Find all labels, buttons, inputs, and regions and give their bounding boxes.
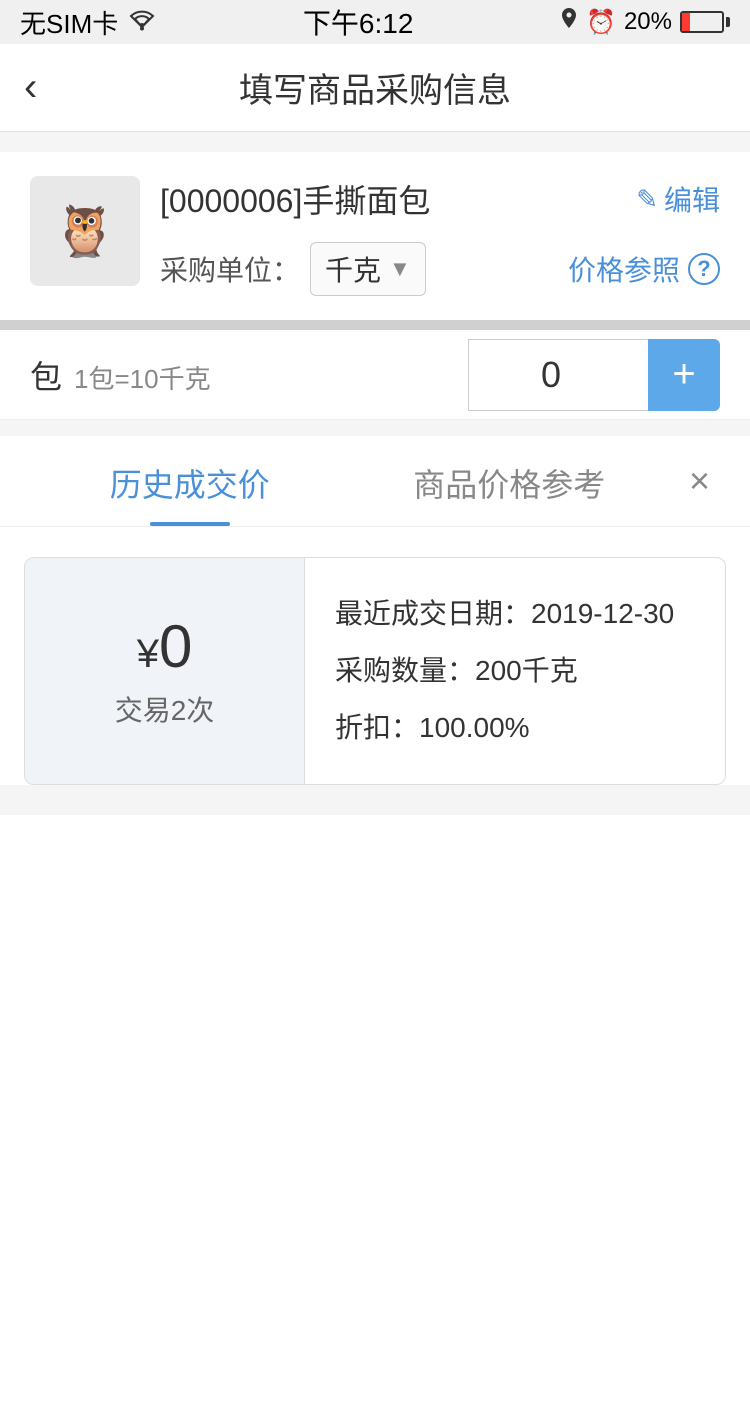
location-icon xyxy=(560,8,578,37)
purchase-quantity-row: 采购数量：200千克 xyxy=(335,651,695,690)
discount-label: 折扣： xyxy=(335,712,419,743)
tab-close-button[interactable]: × xyxy=(679,450,720,512)
page-title: 填写商品采购信息 xyxy=(239,63,511,112)
recent-date-label: 最近成交日期： xyxy=(335,598,531,629)
status-time: 下午6:12 xyxy=(303,2,414,42)
currency-symbol: ¥ xyxy=(137,632,159,676)
product-name: [0000006]手撕面包 xyxy=(160,176,430,222)
discount-row: 折扣：100.00% xyxy=(335,708,695,747)
status-bar: 无SIM卡 下午6:12 ⏰ 20% xyxy=(0,0,750,44)
quantity-input[interactable] xyxy=(468,339,648,411)
price-reference-button[interactable]: 价格参照 ? xyxy=(568,249,720,289)
unit-value: 千克 xyxy=(325,249,381,289)
wifi-icon xyxy=(128,7,156,38)
purchase-quantity-label: 采购数量： xyxy=(335,655,475,686)
nav-bar: ‹ 填写商品采购信息 xyxy=(0,44,750,132)
qty-conversion: 1包=10千克 xyxy=(74,359,211,396)
quantity-input-group: + xyxy=(468,339,720,411)
alarm-icon: ⏰ xyxy=(586,8,616,37)
unit-label: 采购单位： xyxy=(160,249,300,289)
tab-price-reference-label: 商品价格参考 xyxy=(413,467,605,503)
edit-icon: ✎ xyxy=(636,184,658,215)
product-image: 🦉 xyxy=(30,176,140,286)
product-info: [0000006]手撕面包 ✎ 编辑 采购单位： 千克 ▼ 价格参照 ? xyxy=(160,176,720,296)
trade-card: ¥0 交易2次 最近成交日期：2019-12-30 采购数量：200千克 折扣：… xyxy=(24,557,726,785)
tab-history-price-label: 历史成交价 xyxy=(110,467,270,503)
quantity-plus-button[interactable]: + xyxy=(648,339,720,411)
unit-dropdown[interactable]: 千克 ▼ xyxy=(310,242,426,296)
recent-date-value: 2019-12-30 xyxy=(531,598,674,629)
trade-count: 交易2次 xyxy=(115,689,215,729)
dropdown-caret-icon: ▼ xyxy=(389,256,411,282)
unit-selector-group: 采购单位： 千克 ▼ xyxy=(160,242,426,296)
tabs-section: 历史成交价 商品价格参考 × ¥0 交易2次 最近成交日期：2019-12-30… xyxy=(0,436,750,785)
tab-history-price[interactable]: 历史成交价 xyxy=(30,436,349,526)
price-reference-label: 价格参照 xyxy=(568,249,680,289)
recent-date-row: 最近成交日期：2019-12-30 xyxy=(335,594,695,633)
trade-card-right: 最近成交日期：2019-12-30 采购数量：200千克 折扣：100.00% xyxy=(305,558,725,784)
edit-label: 编辑 xyxy=(664,179,720,219)
product-card: 🦉 [0000006]手撕面包 ✎ 编辑 采购单位： 千克 ▼ xyxy=(0,152,750,320)
product-logo: 🦉 xyxy=(54,202,116,261)
purchase-quantity-value: 200千克 xyxy=(475,655,578,686)
bottom-area xyxy=(0,815,750,1415)
help-icon: ? xyxy=(688,253,720,285)
quantity-label: 包 1包=10千克 xyxy=(30,352,211,398)
tabs-header: 历史成交价 商品价格参考 × xyxy=(0,436,750,527)
battery-icon xyxy=(680,11,730,33)
trade-price: ¥0 xyxy=(137,612,193,681)
battery-percent: 20% xyxy=(624,8,672,36)
discount-value: 100.00% xyxy=(419,712,530,743)
status-right: ⏰ 20% xyxy=(560,8,730,37)
edit-button[interactable]: ✎ 编辑 xyxy=(636,179,720,219)
tab-price-reference[interactable]: 商品价格参考 xyxy=(349,436,668,526)
scroll-divider xyxy=(0,320,750,330)
price-value: 0 xyxy=(159,613,192,680)
trade-card-left: ¥0 交易2次 xyxy=(25,558,305,784)
quantity-row: 包 1包=10千克 + xyxy=(0,330,750,420)
qty-unit-name: 包 xyxy=(30,352,62,398)
back-button[interactable]: ‹ xyxy=(24,65,37,110)
tab-active-indicator xyxy=(150,522,230,526)
status-left: 无SIM卡 xyxy=(20,4,156,41)
carrier-text: 无SIM卡 xyxy=(20,4,118,41)
